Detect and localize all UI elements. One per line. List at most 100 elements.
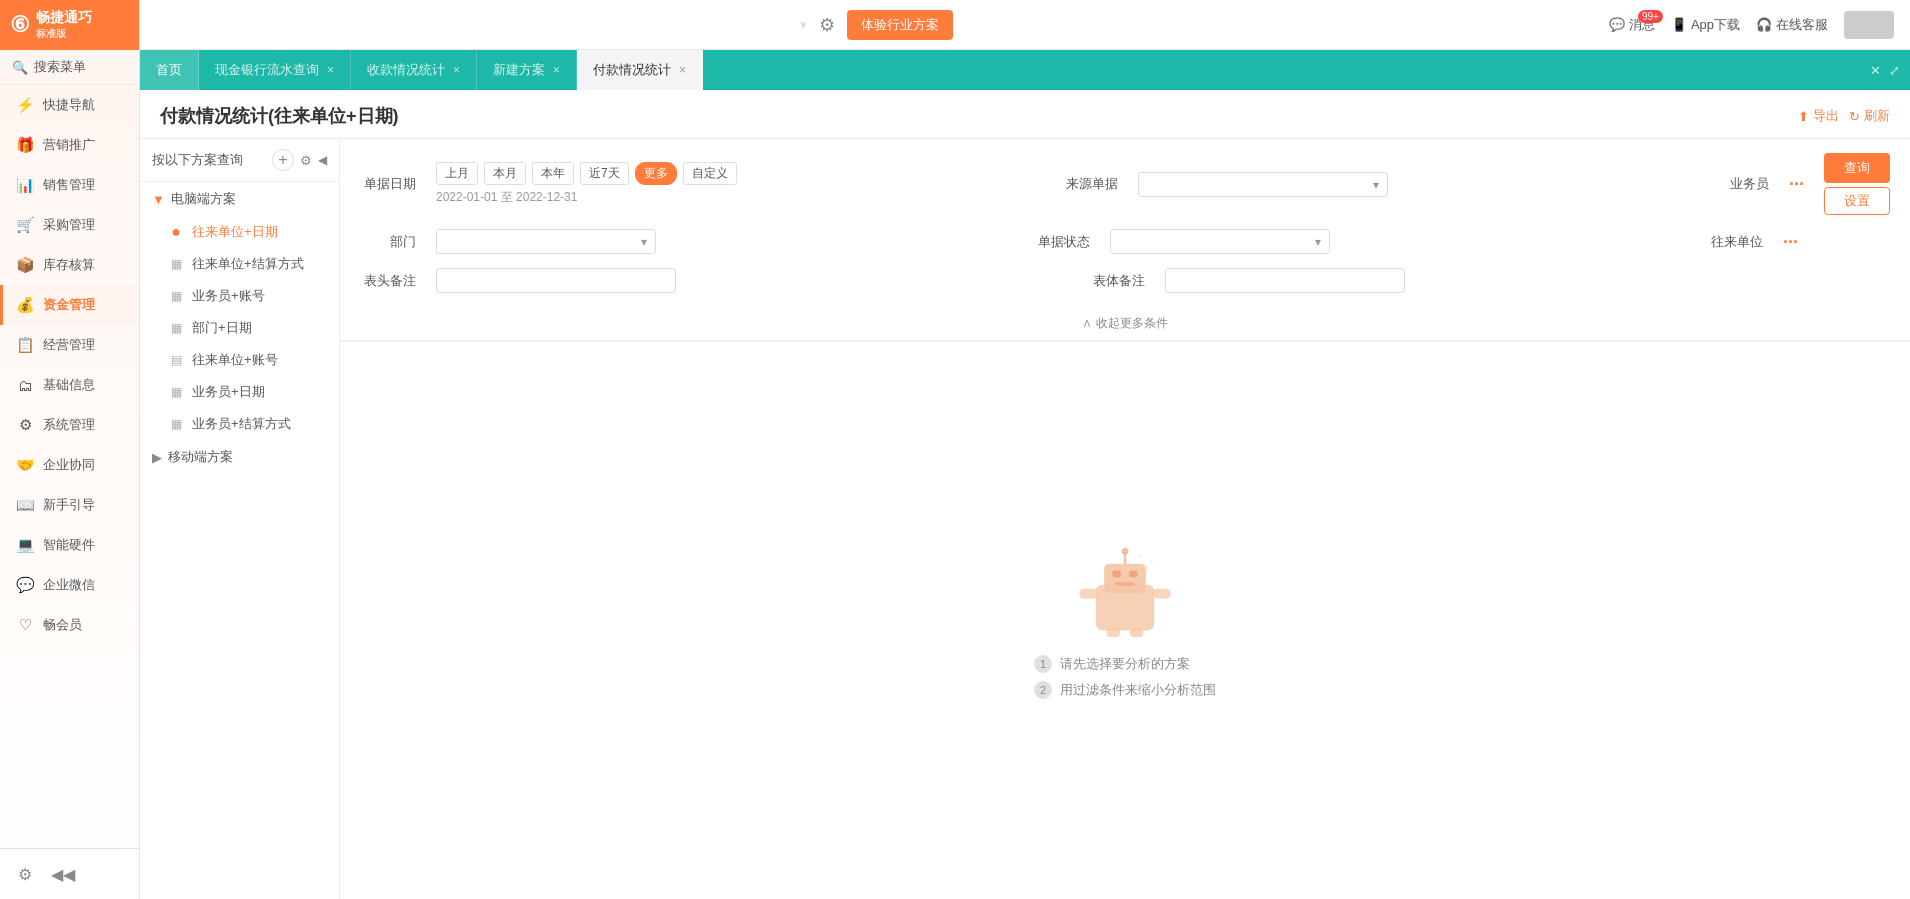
trial-button[interactable]: 体验行业方案 [847, 10, 953, 40]
scheme-item-staff-date-label: 业务员+日期 [192, 383, 265, 401]
guide-label: 新手引导 [43, 496, 95, 514]
sales-label: 销售管理 [43, 176, 95, 194]
sidebar-item-wechat[interactable]: 💬 企业微信 [0, 565, 139, 605]
search-menu-item[interactable]: 🔍 搜索菜单 [0, 50, 139, 85]
tab-cashflow-close[interactable]: × [327, 63, 334, 77]
svg-point-8 [1122, 548, 1129, 555]
enterprise-icon: 🤝 [15, 455, 35, 475]
source-label: 来源单据 [1062, 175, 1118, 193]
tab-new-scheme[interactable]: 新建方案 × [477, 50, 577, 90]
date-btn-this-year[interactable]: 本年 [532, 162, 574, 185]
sidebar-item-guide[interactable]: 📖 新手引导 [0, 485, 139, 525]
scheme-item-unit-date[interactable]: ● 往来单位+日期 [140, 216, 339, 248]
sidebar-item-system[interactable]: ⚙ 系统管理 [0, 405, 139, 445]
top-bar-settings-icon[interactable]: ⚙ [819, 14, 835, 36]
empty-tip-2: 2 用过滤条件来缩小分析范围 [1034, 681, 1216, 699]
scheme-grid-icon-4: ▦ [168, 384, 184, 400]
sidebar-item-basic[interactable]: 🗂 基础信息 [0, 365, 139, 405]
desktop-arrow-icon: ▼ [152, 192, 165, 207]
sidebar-item-sales[interactable]: 📊 销售管理 [0, 165, 139, 205]
source-select[interactable] [1138, 172, 1388, 197]
scheme-item-unit-settle[interactable]: ▦ 往来单位+结算方式 [140, 248, 339, 280]
svg-rect-10 [1130, 628, 1143, 636]
sidebar-item-hardware[interactable]: 💻 智能硬件 [0, 525, 139, 565]
scheme-collapse-button[interactable]: ◀ [318, 153, 327, 167]
tab-receivable-label: 收款情况统计 [367, 61, 445, 79]
dept-chevron-icon [641, 234, 647, 249]
tab-new-scheme-close[interactable]: × [553, 63, 560, 77]
date-btn-this-month[interactable]: 本月 [484, 162, 526, 185]
scheme-item-dept-date[interactable]: ▦ 部门+日期 [140, 312, 339, 344]
scheme-item-unit-account[interactable]: ▤ 往来单位+账号 [140, 344, 339, 376]
sidebar-item-membership[interactable]: ♡ 畅会员 [0, 605, 139, 645]
tab-bar-actions: ✕ ⤢ [1860, 50, 1910, 90]
page-content: 付款情况统计(往来单位+日期) ⬆ 导出 ↻ 刷新 按以下方案查询 + [140, 90, 1910, 899]
dept-select[interactable] [436, 229, 656, 254]
user-avatar[interactable] [1844, 11, 1894, 39]
scheme-section-desktop[interactable]: ▼ 电脑端方案 [140, 182, 339, 216]
status-select[interactable] [1110, 229, 1330, 254]
app-name: 畅捷通巧 [36, 9, 92, 27]
tab-payment-close[interactable]: × [679, 63, 686, 77]
header-note-input[interactable] [436, 268, 676, 293]
scheme-settings-button[interactable]: ⚙ [300, 153, 312, 168]
tab-receivable-close[interactable]: × [453, 63, 460, 77]
staff-select-btn[interactable]: ··· [1789, 175, 1804, 193]
export-label: 导出 [1813, 107, 1839, 125]
scheme-grid-icon-5: ▦ [168, 416, 184, 432]
content-area: 1 请先选择要分析的方案 2 用过滤条件来缩小分析范围 [340, 342, 1910, 899]
sidebar-item-inventory[interactable]: 📦 库存核算 [0, 245, 139, 285]
filter-settings-button[interactable]: 设置 [1824, 187, 1890, 215]
svg-point-11 [1143, 565, 1148, 570]
scheme-panel-title: 按以下方案查询 [152, 151, 243, 169]
tab-payment-label: 付款情况统计 [593, 61, 671, 79]
refresh-label: 刷新 [1864, 107, 1890, 125]
tab-cashflow[interactable]: 现金银行流水查询 × [199, 50, 351, 90]
dept-label: 部门 [360, 233, 416, 251]
wechat-label: 企业微信 [43, 576, 95, 594]
date-btn-last-month[interactable]: 上月 [436, 162, 478, 185]
tab-maximize-icon[interactable]: ⤢ [1889, 63, 1900, 78]
body-note-input[interactable] [1165, 268, 1405, 293]
sidebar-item-quick-nav[interactable]: ⚡ 快捷导航 [0, 85, 139, 125]
page-header: 付款情况统计(往来单位+日期) ⬆ 导出 ↻ 刷新 [140, 90, 1910, 139]
collapse-bar[interactable]: ∧ 收起更多条件 [340, 307, 1910, 340]
app-download-button[interactable]: 📱 App下载 [1671, 16, 1740, 34]
basic-label: 基础信息 [43, 376, 95, 394]
sidebar-item-purchase[interactable]: 🛒 采购管理 [0, 205, 139, 245]
date-btn-7days[interactable]: 近7天 [580, 162, 629, 185]
sidebar-settings-btn[interactable]: ⚙ [10, 859, 40, 889]
date-range-text: 2022-01-01 至 2022-12-31 [436, 189, 737, 206]
scheme-grid-icon-2: ▦ [168, 288, 184, 304]
tab-home[interactable]: 首页 [140, 50, 199, 90]
query-button[interactable]: 查询 [1824, 153, 1890, 183]
tab-payment[interactable]: 付款情况统计 × [577, 50, 703, 90]
top-bar-right: 💬 消息 99+ 📱 App下载 🎧 在线客服 [1609, 11, 1894, 39]
marketing-icon: 🎁 [15, 135, 35, 155]
capital-label: 资金管理 [43, 296, 95, 314]
message-badge: 99+ [1638, 10, 1663, 23]
date-btn-more[interactable]: 更多 [635, 162, 677, 185]
tab-close-all-icon[interactable]: ✕ [1870, 63, 1881, 78]
sidebar-item-enterprise[interactable]: 🤝 企业协同 [0, 445, 139, 485]
sidebar-item-capital[interactable]: 💰 资金管理 [0, 285, 139, 325]
online-service-button[interactable]: 🎧 在线客服 [1756, 16, 1828, 34]
inventory-label: 库存核算 [43, 256, 95, 274]
scheme-section-mobile[interactable]: ▶ 移动端方案 [140, 440, 339, 474]
scheme-item-staff-settle[interactable]: ▦ 业务员+结算方式 [140, 408, 339, 440]
unit-select-btn[interactable]: ··· [1783, 233, 1798, 251]
filter-panel: 单据日期 上月 本月 本年 近7天 更多 自定义 20 [340, 139, 1910, 342]
message-button[interactable]: 💬 消息 99+ [1609, 16, 1655, 34]
system-icon: ⚙ [15, 415, 35, 435]
sidebar-item-operations[interactable]: 📋 经营管理 [0, 325, 139, 365]
scheme-add-button[interactable]: + [272, 149, 294, 171]
scheme-item-staff-account[interactable]: ▦ 业务员+账号 [140, 280, 339, 312]
refresh-button[interactable]: ↻ 刷新 [1849, 107, 1890, 125]
scheme-item-staff-date[interactable]: ▦ 业务员+日期 [140, 376, 339, 408]
sidebar-collapse-btn[interactable]: ◀◀ [48, 859, 78, 889]
sidebar-item-marketing[interactable]: 🎁 营销推广 [0, 125, 139, 165]
date-btn-custom[interactable]: 自定义 [683, 162, 737, 185]
scheme-item-staff-settle-label: 业务员+结算方式 [192, 415, 291, 433]
export-button[interactable]: ⬆ 导出 [1798, 107, 1839, 125]
tab-receivable[interactable]: 收款情况统计 × [351, 50, 477, 90]
